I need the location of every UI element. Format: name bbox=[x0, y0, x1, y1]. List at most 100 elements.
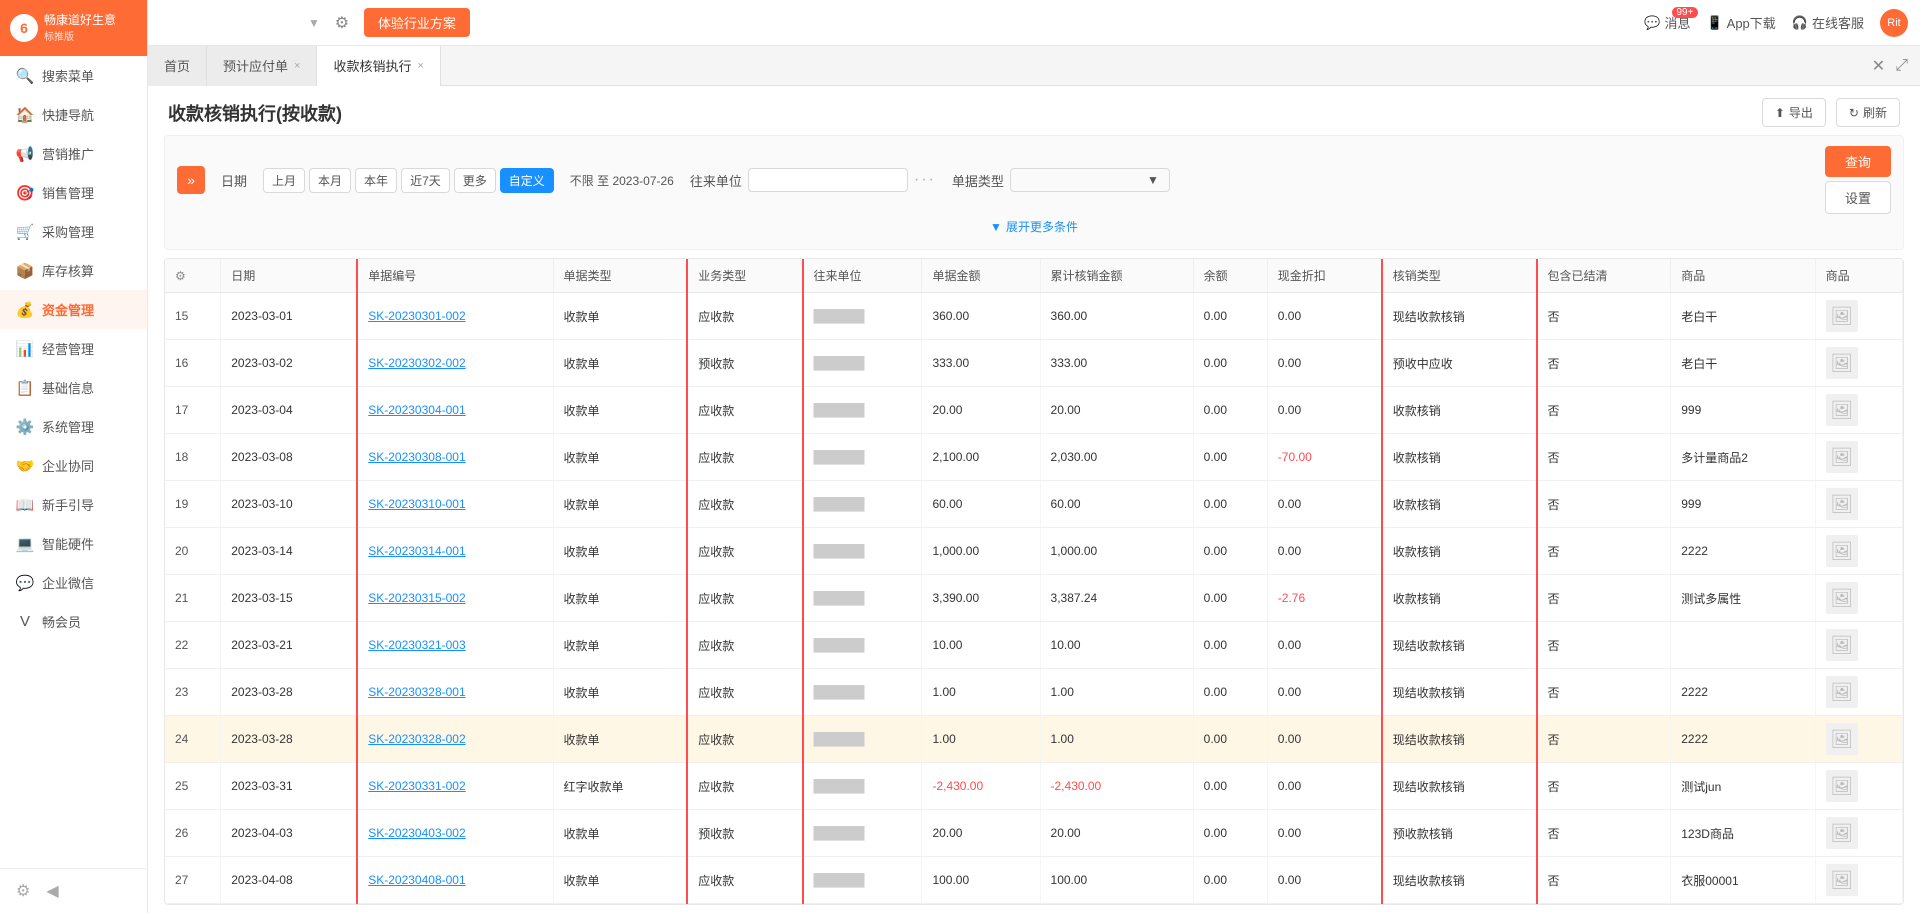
close-all-tabs-icon[interactable]: ✕ bbox=[1872, 56, 1885, 76]
cell-doc_type: 收款单 bbox=[553, 716, 687, 763]
sidebar-item-label: 企业协同 bbox=[42, 456, 94, 475]
date-btn-本年[interactable]: 本年 bbox=[355, 168, 397, 193]
cell-cumulative: -2,430.00 bbox=[1040, 763, 1193, 810]
counterpart-input[interactable] bbox=[748, 168, 908, 192]
expand-more-btn[interactable]: ▼ 展开更多条件 bbox=[177, 214, 1891, 239]
refresh-button[interactable]: ↻ 刷新 bbox=[1836, 98, 1900, 127]
date-btn-本月[interactable]: 本月 bbox=[309, 168, 351, 193]
sidebar-item-system[interactable]: ⚙️系统管理 bbox=[0, 407, 147, 446]
date-btn-近7天[interactable]: 近7天 bbox=[401, 168, 450, 193]
cell-include_settled: 否 bbox=[1537, 857, 1671, 904]
cell-doc_type: 收款单 bbox=[553, 340, 687, 387]
cell-balance: 0.00 bbox=[1193, 293, 1267, 340]
cell-doc_type: 收款单 bbox=[553, 669, 687, 716]
link-doc_no[interactable]: SK-20230314-001 bbox=[368, 544, 465, 558]
messages-badge[interactable]: 💬 消息 99+ bbox=[1644, 13, 1690, 32]
cell-date: 2023-03-04 bbox=[221, 387, 357, 434]
collapse-icon[interactable]: ◀ bbox=[46, 881, 58, 901]
sidebar-item-enterprise[interactable]: 🤝企业协同 bbox=[0, 446, 147, 485]
solution-button[interactable]: 体验行业方案 bbox=[364, 8, 470, 37]
link-doc_no[interactable]: SK-20230331-002 bbox=[368, 779, 465, 793]
cell-cash_discount: 0.00 bbox=[1267, 857, 1381, 904]
filter-setting-button[interactable]: 设置 bbox=[1825, 181, 1891, 214]
cell-cash_discount: -70.00 bbox=[1267, 434, 1381, 481]
date-buttons: 上月本月本年近7天更多自定义 bbox=[263, 168, 554, 193]
tab-pre-payable[interactable]: 预计应付单× bbox=[207, 46, 317, 86]
online-service[interactable]: 🎧 在线客服 bbox=[1792, 13, 1864, 32]
maximize-icon[interactable]: ⤢ bbox=[1895, 57, 1908, 75]
cell-counterpart: ██████ bbox=[803, 904, 922, 906]
query-button[interactable]: 查询 bbox=[1825, 146, 1891, 177]
cell-include_settled: 否 bbox=[1537, 622, 1671, 669]
cell-amount: -2,430.00 bbox=[922, 763, 1040, 810]
link-doc_no[interactable]: SK-20230302-002 bbox=[368, 356, 465, 370]
doc-type-select[interactable]: ▼ bbox=[1010, 168, 1170, 192]
sidebar-item-label: 企业微信 bbox=[42, 573, 94, 592]
sidebar-item-purchase[interactable]: 🛒采购管理 bbox=[0, 212, 147, 251]
cell-cumulative: 3,387.24 bbox=[1040, 575, 1193, 622]
sidebar-item-hardware[interactable]: 💻智能硬件 bbox=[0, 524, 147, 563]
sidebar-item-operations[interactable]: 📊经营管理 bbox=[0, 329, 147, 368]
link-doc_no[interactable]: SK-20230304-001 bbox=[368, 403, 465, 417]
sidebar-item-marketing[interactable]: 📢营销推广 bbox=[0, 134, 147, 173]
cell-amount: 2,100.00 bbox=[922, 434, 1040, 481]
date-btn-更多[interactable]: 更多 bbox=[454, 168, 496, 193]
cell-doc_type: 收款单 bbox=[553, 528, 687, 575]
sidebar-item-quick-nav[interactable]: 🏠快捷导航 bbox=[0, 95, 147, 134]
col-header-settings: ⚙ bbox=[165, 259, 221, 293]
counterpart-dots[interactable]: ··· bbox=[914, 171, 936, 189]
doc-type-label: 单据类型 bbox=[952, 171, 1004, 190]
tab-close-collection-cancel[interactable]: × bbox=[417, 60, 423, 72]
link-doc_no[interactable]: SK-20230403-002 bbox=[368, 826, 465, 840]
cell-date: 2023-04-18 bbox=[221, 904, 357, 906]
link-doc_no[interactable]: SK-20230301-002 bbox=[368, 309, 465, 323]
link-doc_no[interactable]: SK-20230310-001 bbox=[368, 497, 465, 511]
sidebar-item-sales[interactable]: 🎯销售管理 bbox=[0, 173, 147, 212]
purchase-icon: 🛒 bbox=[16, 223, 34, 241]
sidebar-item-member[interactable]: V畅会员 bbox=[0, 602, 147, 641]
cell-biz_type: 预收款 bbox=[687, 340, 802, 387]
product-thumb: 🖼 bbox=[1826, 394, 1858, 426]
topbar-dropdown-arrow[interactable]: ▼ bbox=[308, 16, 320, 30]
cell-cancel_type: 现结收款核销 bbox=[1382, 857, 1537, 904]
link-doc_no[interactable]: SK-20230328-002 bbox=[368, 732, 465, 746]
sidebar-item-search[interactable]: 🔍搜索菜单 bbox=[0, 56, 147, 95]
cell-product: 999 bbox=[1671, 481, 1815, 528]
cell-doc_no: SK-20230304-001 bbox=[357, 387, 553, 434]
tab-label: 收款核销执行 bbox=[333, 56, 411, 75]
user-avatar[interactable]: Rit bbox=[1880, 9, 1908, 37]
settings-bottom-icon[interactable]: ⚙ bbox=[16, 881, 30, 901]
date-btn-上月[interactable]: 上月 bbox=[263, 168, 305, 193]
cell-product: 测试多属性 bbox=[1671, 575, 1815, 622]
cell-counterpart: ██████ bbox=[803, 716, 922, 763]
export-button[interactable]: ⬆ 导出 bbox=[1762, 98, 1826, 127]
tab-close-pre-payable[interactable]: × bbox=[294, 60, 300, 72]
basic-icon: 📋 bbox=[16, 379, 34, 397]
cell-balance: 0.00 bbox=[1193, 340, 1267, 387]
sidebar: 6 畅康道好生意 标推版 🔍搜索菜单🏠快捷导航📢营销推广🎯销售管理🛒采购管理📦库… bbox=[0, 0, 148, 913]
table-settings-icon[interactable]: ⚙ bbox=[175, 269, 186, 283]
sidebar-item-basic[interactable]: 📋基础信息 bbox=[0, 368, 147, 407]
table-row: 222023-03-21SK-20230321-003收款单应收款██████1… bbox=[165, 622, 1903, 669]
cell-settings: 18 bbox=[165, 434, 221, 481]
col-header-cash_discount: 现金折扣 bbox=[1267, 259, 1381, 293]
link-doc_no[interactable]: SK-20230408-001 bbox=[368, 873, 465, 887]
select-arrow: ▼ bbox=[1147, 173, 1159, 187]
filter-toggle-btn[interactable]: » bbox=[177, 166, 205, 194]
sidebar-item-guide[interactable]: 📖新手引导 bbox=[0, 485, 147, 524]
sidebar-item-inventory[interactable]: 📦库存核算 bbox=[0, 251, 147, 290]
link-doc_no[interactable]: SK-20230321-003 bbox=[368, 638, 465, 652]
cell-balance: 0.00 bbox=[1193, 575, 1267, 622]
sidebar-item-finance[interactable]: 💰资金管理 bbox=[0, 290, 147, 329]
tab-collection-cancel[interactable]: 收款核销执行 × bbox=[317, 46, 440, 86]
link-doc_no[interactable]: SK-20230315-002 bbox=[368, 591, 465, 605]
app-download[interactable]: 📱 App下载 bbox=[1706, 13, 1775, 32]
link-doc_no[interactable]: SK-20230328-001 bbox=[368, 685, 465, 699]
cell-settings: 20 bbox=[165, 528, 221, 575]
tab-home[interactable]: 首页 bbox=[148, 46, 207, 86]
date-btn-custom[interactable]: 自定义 bbox=[500, 168, 554, 193]
cell-product: 衣服00001 bbox=[1671, 857, 1815, 904]
sidebar-item-wechat[interactable]: 💬企业微信 bbox=[0, 563, 147, 602]
link-doc_no[interactable]: SK-20230308-001 bbox=[368, 450, 465, 464]
topbar-settings-icon[interactable]: ⚙ bbox=[328, 9, 356, 37]
